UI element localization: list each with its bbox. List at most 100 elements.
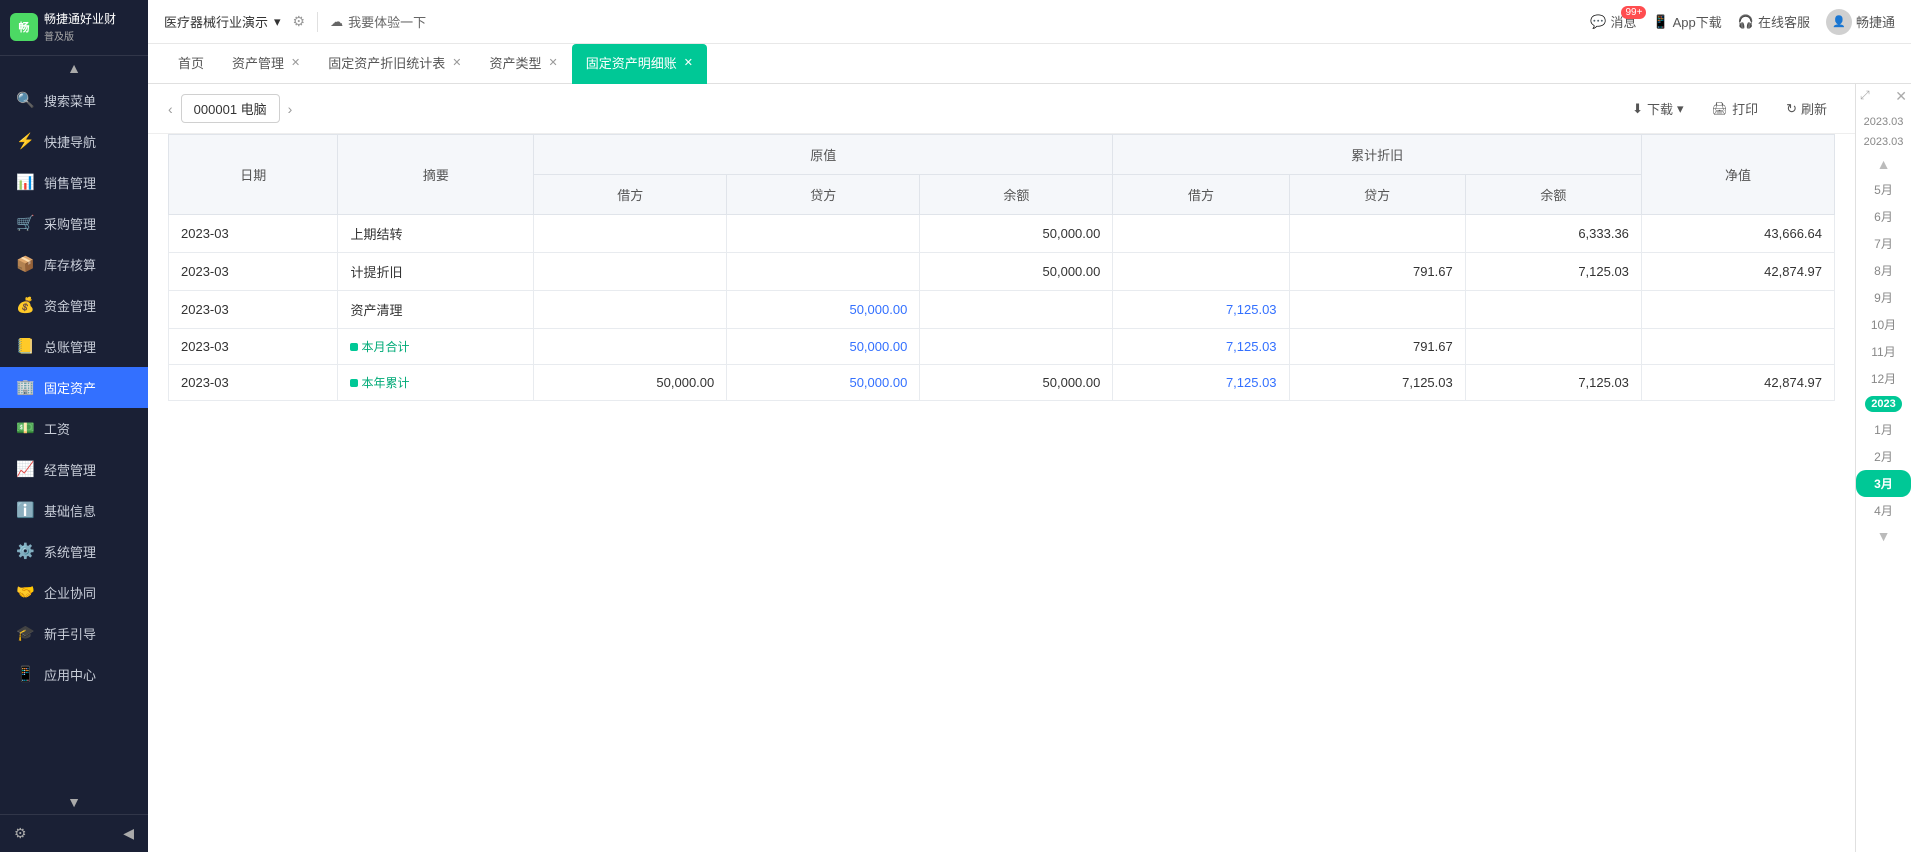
tab-asset-mgmt[interactable]: 资产管理 ✕	[218, 44, 314, 84]
timeline-month-1[interactable]: 1月	[1856, 416, 1911, 443]
prev-asset-button[interactable]: ‹	[168, 101, 173, 117]
user-menu[interactable]: 👤 畅捷通	[1826, 9, 1895, 35]
cell-accum-debit: 7,125.03	[1113, 365, 1289, 401]
sidebar-item-label: 销售管理	[44, 173, 96, 192]
cell-summary: 资产清理	[338, 291, 534, 329]
tab-asset-type-close[interactable]: ✕	[549, 56, 558, 69]
sidebar-item-ledger[interactable]: 📒 总账管理	[0, 326, 148, 367]
customer-service-button[interactable]: 🎧 在线客服	[1738, 12, 1810, 31]
timeline-month-6[interactable]: 6月	[1856, 203, 1911, 230]
app-center-icon: 📱	[16, 665, 34, 683]
company-selector[interactable]: 医疗器械行业演示 ▾	[164, 12, 281, 31]
cell-date: 2023-03	[169, 215, 338, 253]
sidebar-item-quick-nav[interactable]: ⚡ 快捷导航	[0, 121, 148, 162]
download-label: 下载	[1647, 99, 1673, 118]
sidebar-item-salary[interactable]: 💵 工资	[0, 408, 148, 449]
sidebar-settings-button[interactable]: ⚙	[14, 825, 27, 842]
timeline-top-label1: 2023.03	[1864, 112, 1904, 132]
sidebar-logo: 畅 畅捷通好业财 普及版	[0, 0, 148, 56]
tab-depreciation-stats[interactable]: 固定资产折旧统计表 ✕	[314, 44, 475, 84]
col-accum-credit: 贷方	[1289, 175, 1465, 215]
message-button[interactable]: 💬 消息 99+	[1590, 12, 1636, 31]
refresh-label: 刷新	[1801, 99, 1827, 118]
sidebar-scroll-up[interactable]: ▲	[0, 56, 148, 80]
download-button[interactable]: ⬇ 下载 ▾	[1624, 95, 1691, 122]
sidebar-item-label: 企业协同	[44, 583, 96, 602]
timeline-expand-button[interactable]: ⤢	[1860, 88, 1870, 103]
sidebar-item-funds[interactable]: 💰 资金管理	[0, 285, 148, 326]
sidebar-collapse-button[interactable]: ◀	[123, 825, 134, 842]
ledger-icon: 📒	[16, 337, 34, 355]
sidebar-scroll-down[interactable]: ▼	[0, 790, 148, 814]
cell-net-value: 43,666.64	[1641, 215, 1834, 253]
avatar: 👤	[1826, 9, 1852, 35]
sidebar-item-system[interactable]: ⚙️ 系统管理	[0, 531, 148, 572]
next-asset-button[interactable]: ›	[288, 101, 293, 117]
experience-button[interactable]: ☁ 我要体验一下	[330, 12, 426, 31]
sidebar-item-purchase[interactable]: 🛒 采购管理	[0, 203, 148, 244]
asset-nav-actions: ⬇ 下载 ▾ 🖨 打印 ↻ 刷新	[1624, 95, 1835, 122]
cell-orig-debit: 50,000.00	[534, 365, 727, 401]
sidebar-item-guide[interactable]: 🎓 新手引导	[0, 613, 148, 654]
content-area: ‹ 000001 电脑 › ⬇ 下载 ▾ 🖨 打印 ↻	[148, 84, 1911, 852]
col-accum-depreciation: 累计折旧	[1113, 135, 1642, 175]
app-download-button[interactable]: 📱 App下载	[1652, 12, 1721, 31]
tab-home[interactable]: 首页	[164, 44, 218, 84]
timeline-month-4[interactable]: 4月	[1856, 497, 1911, 524]
sidebar-item-label: 经营管理	[44, 460, 96, 479]
sidebar-item-label: 快捷导航	[44, 132, 96, 151]
app-icon: 📱	[1652, 14, 1668, 30]
cell-orig-balance: 50,000.00	[920, 365, 1113, 401]
timeline-down-button[interactable]: ▼	[1877, 524, 1891, 548]
operations-icon: 📈	[16, 460, 34, 478]
sidebar-item-inventory[interactable]: 📦 库存核算	[0, 244, 148, 285]
sidebar-item-sales[interactable]: 📊 销售管理	[0, 162, 148, 203]
message-icon: 💬	[1590, 14, 1606, 30]
tab-depreciation-close[interactable]: ✕	[452, 56, 461, 69]
company-name: 医疗器械行业演示	[164, 12, 268, 31]
timeline-up-button[interactable]: ▲	[1877, 152, 1891, 176]
cell-orig-balance: 50,000.00	[920, 215, 1113, 253]
timeline-month-7[interactable]: 7月	[1856, 230, 1911, 257]
cell-orig-credit: 50,000.00	[727, 329, 920, 365]
sidebar-item-enterprise[interactable]: 🤝 企业协同	[0, 572, 148, 613]
timeline-month-9[interactable]: 9月	[1856, 284, 1911, 311]
timeline-month-11[interactable]: 11月	[1856, 338, 1911, 365]
timeline-month-10[interactable]: 10月	[1856, 311, 1911, 338]
sidebar-item-search[interactable]: 🔍 搜索菜单	[0, 80, 148, 121]
tab-asset-type[interactable]: 资产类型 ✕	[475, 44, 571, 84]
sidebar-item-basic-info[interactable]: ℹ️ 基础信息	[0, 490, 148, 531]
inventory-icon: 📦	[16, 255, 34, 273]
user-name: 畅捷通	[1856, 12, 1895, 31]
cell-orig-balance	[920, 329, 1113, 365]
cell-accum-credit	[1289, 291, 1465, 329]
timeline-month-8[interactable]: 8月	[1856, 257, 1911, 284]
tab-asset-mgmt-close[interactable]: ✕	[291, 56, 300, 69]
timeline-month-12[interactable]: 12月	[1856, 365, 1911, 392]
tab-asset-detail-close[interactable]: ✕	[684, 56, 693, 69]
logo-sub: 普及版	[44, 28, 116, 43]
cell-accum-balance: 6,333.36	[1465, 215, 1641, 253]
print-button[interactable]: 🖨 打印	[1704, 95, 1767, 122]
sidebar-item-fixed-assets[interactable]: 🏢 固定资产	[0, 367, 148, 408]
tab-asset-detail[interactable]: 固定资产明细账 ✕	[572, 44, 707, 84]
col-accum-debit: 借方	[1113, 175, 1289, 215]
tab-asset-detail-label: 固定资产明细账	[586, 53, 677, 72]
timeline-month-3[interactable]: 3月	[1856, 470, 1911, 497]
timeline-year-badge: 2023	[1865, 396, 1901, 412]
col-orig-credit: 贷方	[727, 175, 920, 215]
topbar-right: 💬 消息 99+ 📱 App下载 🎧 在线客服 👤 畅捷通	[1590, 9, 1895, 35]
timeline-month-5[interactable]: 5月	[1856, 176, 1911, 203]
sidebar-item-label: 工资	[44, 419, 70, 438]
timeline-month-2[interactable]: 2月	[1856, 443, 1911, 470]
refresh-button[interactable]: ↻ 刷新	[1778, 95, 1835, 122]
sidebar-item-operations[interactable]: 📈 经营管理	[0, 449, 148, 490]
settings-button[interactable]: ⚙	[293, 13, 306, 30]
system-icon: ⚙️	[16, 542, 34, 560]
sidebar-item-label: 搜索菜单	[44, 91, 96, 110]
tab-asset-mgmt-label: 资产管理	[232, 53, 284, 72]
tab-depreciation-label: 固定资产折旧统计表	[328, 53, 445, 72]
timeline-close-button[interactable]: ✕	[1895, 88, 1907, 105]
sidebar-item-app-center[interactable]: 📱 应用中心	[0, 654, 148, 695]
fixed-assets-icon: 🏢	[16, 378, 34, 396]
